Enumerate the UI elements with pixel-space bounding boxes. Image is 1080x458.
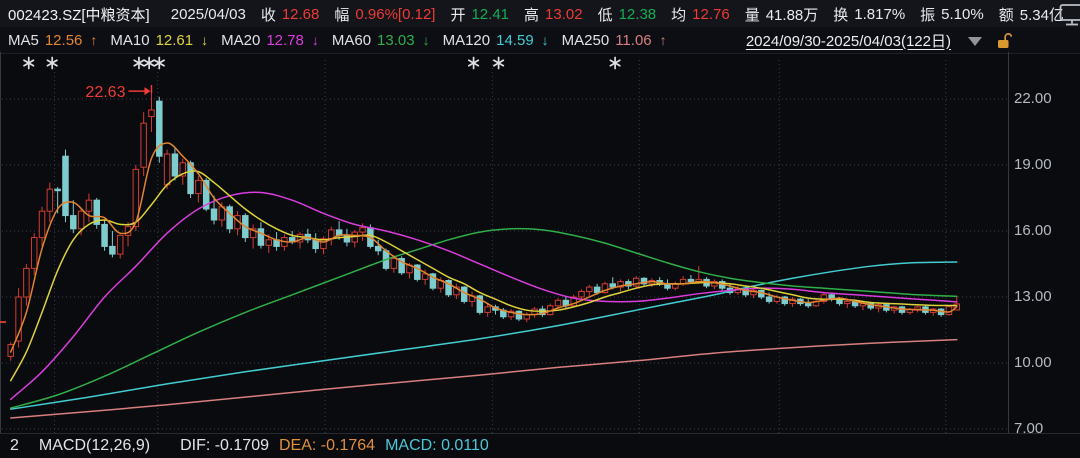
- pane-number[interactable]: 2: [10, 436, 19, 456]
- price-axis: 22.0019.0016.0013.0010.007.00: [1012, 52, 1080, 433]
- quote-field: 振 5.10%: [920, 4, 984, 25]
- trade-date: 2025/04/03: [171, 6, 246, 23]
- quote-field: 额 5.34亿: [999, 4, 1064, 25]
- quote-fields: 收 12.68 幅 0.96%[0.12] 开 12.41 高 13.02 低 12.38 均 12.…: [261, 4, 1064, 25]
- stock-info-bar: 002423.SZ[中粮资本] 2025/04/03 收 12.68 幅 0.96%[…: [0, 0, 1080, 27]
- dif-value: DIF: -0.1709: [180, 436, 269, 456]
- quote-field-value: 41.88万: [766, 4, 819, 25]
- ma-legend-item[interactable]: MA250 11.06 ↑: [562, 32, 667, 49]
- quote-field-label: 低: [598, 4, 613, 25]
- quote-field-label: 幅: [334, 4, 349, 25]
- monitor-icon[interactable]: [1059, 3, 1080, 27]
- quote-field: 低 12.38: [598, 4, 657, 25]
- arrow-down-icon: ↓: [423, 32, 430, 48]
- ma-value: 12.56: [45, 32, 83, 49]
- quote-field-value: 12.38: [619, 6, 657, 23]
- ma-value: 12.78: [266, 32, 304, 49]
- quote-field-value: 5.10%: [941, 6, 984, 23]
- quote-field-label: 振: [920, 4, 935, 25]
- arrow-up-icon: ↑: [90, 32, 97, 48]
- indicator-name[interactable]: MACD(12,26,9): [39, 436, 150, 456]
- ma-value: 13.03: [377, 32, 415, 49]
- indicator-bar: 2 MACD(12,26,9) DIF: -0.1709 DEA: -0.176…: [0, 433, 1080, 458]
- price-axis-label: 10.00: [1014, 354, 1052, 371]
- quote-field-label: 开: [450, 4, 465, 25]
- ma-legend-items: MA512.56↑MA1012.61↓MA2012.78↓MA6013.03↓M…: [8, 32, 667, 49]
- quote-field-value: 12.76: [692, 6, 730, 23]
- ma-legend-bar: MA512.56↑MA1012.61↓MA2012.78↓MA6013.03↓M…: [0, 27, 1080, 54]
- ma-label: MA5: [8, 32, 39, 49]
- dea-value: DEA: -0.1764: [279, 436, 375, 456]
- ma-legend-item[interactable]: MA60 13.03 ↓: [332, 32, 430, 49]
- quote-field-label: 额: [999, 4, 1014, 25]
- quote-field-value: 12.68: [282, 6, 320, 23]
- quote-field-label: 均: [671, 4, 686, 25]
- ma-legend-item[interactable]: MA5 12.56 ↑: [8, 32, 97, 49]
- ma-label: MA60: [332, 32, 371, 49]
- ma-legend-item[interactable]: MA10 12.61 ↓: [110, 32, 208, 49]
- price-axis-label: 13.00: [1014, 288, 1052, 305]
- ma-value: 14.59: [496, 32, 534, 49]
- ma-label: MA10: [110, 32, 149, 49]
- arrow-up-icon: ↑: [660, 32, 667, 48]
- price-axis-label: 16.00: [1014, 222, 1052, 239]
- quote-field: 收 12.68: [261, 4, 320, 25]
- quote-field-value: 12.41: [471, 6, 509, 23]
- ma-legend-item[interactable]: MA20 12.78 ↓: [221, 32, 319, 49]
- peak-price-annotation: 22.63: [85, 84, 125, 101]
- quote-field-value: 13.02: [545, 6, 583, 23]
- stock-symbol[interactable]: 002423.SZ[中粮资本]: [8, 4, 150, 25]
- ma-legend-item[interactable]: MA120 14.59 ↓: [443, 32, 549, 49]
- date-range-link[interactable]: 2024/09/30-2025/04/03(122日): [746, 30, 951, 51]
- ma-label: MA250: [562, 32, 610, 49]
- arrow-down-icon: ↓: [312, 32, 319, 48]
- unlock-icon[interactable]: [997, 32, 1012, 49]
- quote-field-value: 1.817%: [854, 6, 905, 23]
- quote-field-label: 换: [833, 4, 848, 25]
- quote-field: 量 41.88万: [745, 4, 819, 25]
- quote-field: 开 12.41: [450, 4, 509, 25]
- arrow-down-icon: ↓: [201, 32, 208, 48]
- arrow-down-icon: ↓: [542, 32, 549, 48]
- price-axis-label: 19.00: [1014, 156, 1052, 173]
- price-axis-label: 22.00: [1014, 90, 1052, 107]
- ma-value: 11.06: [615, 32, 651, 49]
- ma-label: MA20: [221, 32, 260, 49]
- quote-field-label: 高: [524, 4, 539, 25]
- quote-field: 高 13.02: [524, 4, 583, 25]
- quote-field-label: 收: [261, 4, 276, 25]
- quote-field-label: 量: [745, 4, 760, 25]
- quote-field-value: 0.96%[0.12]: [355, 6, 435, 23]
- quote-field: 幅 0.96%[0.12]: [334, 4, 435, 25]
- ma-label: MA120: [443, 32, 491, 49]
- quote-field-value: 5.34亿: [1020, 4, 1064, 25]
- chevron-down-icon[interactable]: [968, 37, 982, 46]
- kline-chart[interactable]: 22.63: [0, 52, 1010, 433]
- quote-field: 换 1.817%: [833, 4, 905, 25]
- macd-value: MACD: 0.0110: [385, 436, 489, 456]
- ma-value: 12.61: [156, 32, 194, 49]
- quote-field: 均 12.76: [671, 4, 730, 25]
